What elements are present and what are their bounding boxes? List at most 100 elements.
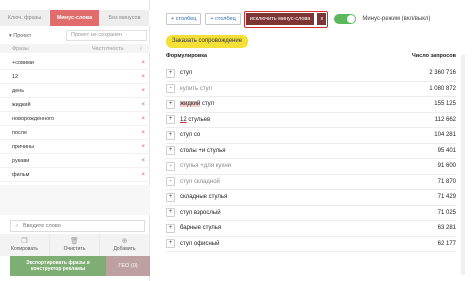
- minus-sign-button[interactable]: -: [166, 161, 175, 171]
- add-column-button-2[interactable]: + столбец: [205, 13, 241, 25]
- phrase-cell[interactable]: стул офисный: [180, 241, 219, 247]
- word-label: рукави: [12, 157, 30, 164]
- word-label: новорожденного: [12, 115, 55, 122]
- table-row: + стул 2 360 716: [166, 66, 456, 82]
- add-sign-button[interactable]: +: [166, 68, 175, 78]
- remove-icon[interactable]: ×: [141, 60, 145, 66]
- results-scrollbar[interactable]: [461, 55, 465, 275]
- underlined-word: 12: [180, 116, 187, 123]
- add-sign-button[interactable]: +: [166, 208, 175, 218]
- word-label: +совими: [12, 59, 34, 66]
- clear-button[interactable]: 🗑 Очистить: [50, 234, 100, 256]
- remove-icon[interactable]: ×: [141, 88, 145, 94]
- remove-icon[interactable]: ×: [141, 144, 145, 150]
- exclude-group: исключить минус-слова x: [243, 10, 329, 28]
- table-row: + жидкий стул 155 125: [166, 97, 456, 113]
- results-table: + стул 2 360 716 - купить стул 1 080 872 + жи…: [166, 66, 456, 252]
- count-cell: 71 025: [437, 209, 456, 216]
- toolbar: + столбец + столбец исключить минус-слов…: [166, 10, 431, 28]
- phrase-cell[interactable]: стул со: [180, 132, 200, 138]
- table-row: - стулья +для кухни 91 600: [166, 159, 456, 175]
- list-item: 12 ×: [0, 70, 150, 84]
- add-sign-button[interactable]: +: [166, 146, 175, 156]
- phrase-cell[interactable]: стул складной: [180, 179, 220, 185]
- count-cell: 112 662: [434, 116, 456, 123]
- remove-icon[interactable]: ×: [141, 116, 145, 122]
- phrase-cell-highlighted[interactable]: жидкий стул: [180, 101, 214, 108]
- clear-label: Очистить: [63, 246, 86, 252]
- remove-icon[interactable]: ×: [141, 74, 145, 80]
- table-row: + столы +и стулья 95 401: [166, 144, 456, 159]
- export-row: Экспортировать фразы в конструктор рекла…: [10, 256, 150, 276]
- phrase-cell[interactable]: купить стул: [180, 86, 212, 92]
- table-row: + складные стулья 71 429: [166, 190, 456, 206]
- phrase-cell[interactable]: стул: [180, 70, 192, 76]
- column-phrases[interactable]: Фразы: [0, 46, 78, 52]
- column-frequency[interactable]: Частотность: [78, 46, 140, 52]
- list-item: +совими ×: [0, 56, 150, 70]
- list-item: рукави ×: [0, 154, 150, 168]
- minus-mode-toggle[interactable]: [334, 14, 357, 24]
- trash-icon: 🗑: [70, 238, 79, 245]
- list-item: день ×: [0, 84, 150, 98]
- phrase-cell[interactable]: складные стулья: [180, 194, 227, 200]
- add-sign-button[interactable]: +: [166, 239, 175, 249]
- tab-without-minus[interactable]: Без минусов: [100, 10, 150, 26]
- count-cell: 155 125: [434, 101, 456, 108]
- tab-key-phrases[interactable]: Ключ. фразы: [0, 10, 50, 26]
- search-icon: ⌕: [15, 222, 19, 229]
- empty-list-area: [0, 185, 150, 215]
- count-cell: 71 870: [437, 178, 456, 185]
- add-sign-button[interactable]: +: [166, 130, 175, 140]
- word-label: фильм: [12, 171, 30, 178]
- word-actions: ❐ Копировать 🗑 Очистить ⊕ Добавить: [0, 234, 150, 256]
- table-row: - купить стул 1 080 872: [166, 82, 456, 97]
- exclude-close-button[interactable]: x: [317, 13, 327, 25]
- header-count[interactable]: Число запросов: [366, 53, 456, 63]
- export-button[interactable]: Экспортировать фразы в конструктор рекла…: [10, 256, 106, 276]
- list-item: после ×: [0, 126, 150, 140]
- word-list-header: Фразы Частотность ‹: [0, 44, 150, 53]
- word-label: день: [12, 87, 25, 94]
- remove-icon[interactable]: ×: [141, 172, 145, 178]
- minus-sign-button[interactable]: -: [166, 177, 175, 187]
- phrase-cell[interactable]: столы +и стулья: [180, 148, 225, 154]
- geo-button[interactable]: ГЕО (0): [106, 256, 150, 276]
- phrase-cell[interactable]: барные стулья: [180, 225, 221, 231]
- add-word-input[interactable]: [23, 223, 133, 229]
- project-dropdown[interactable]: ▾ Проект: [0, 33, 66, 39]
- minus-word-list: +совими × 12 × день × жидкий × новорожденног…: [0, 56, 150, 182]
- header-phrase[interactable]: Формулировка: [166, 53, 366, 63]
- word-label: жидкий: [12, 101, 31, 108]
- add-sign-button[interactable]: +: [166, 192, 175, 202]
- add-word-field: ⌕: [10, 220, 145, 232]
- add-sign-button[interactable]: +: [166, 115, 175, 125]
- remove-icon[interactable]: ×: [141, 158, 145, 164]
- add-sign-button[interactable]: +: [166, 99, 175, 109]
- table-row: + стул со 104 281: [166, 128, 456, 144]
- exclude-minus-words-button[interactable]: исключить минус-слова: [245, 13, 315, 25]
- phrase-cell[interactable]: стул взрослый: [180, 210, 221, 216]
- copy-icon: ❐: [21, 238, 28, 245]
- phrase-cell[interactable]: стулья +для кухни: [180, 163, 231, 169]
- count-cell: 71 429: [437, 194, 456, 201]
- remove-icon[interactable]: ×: [141, 102, 145, 108]
- add-column-button[interactable]: + столбец: [166, 13, 202, 25]
- copy-button[interactable]: ❐ Копировать: [0, 234, 50, 256]
- phrase-cell-underlined[interactable]: 12 стульев: [180, 117, 210, 123]
- word-label: 12: [12, 73, 19, 80]
- results-panel: + столбец + столбец исключить минус-слов…: [155, 0, 474, 281]
- add-sign-button[interactable]: +: [166, 223, 175, 233]
- minus-mode-label: Минус-режим (вкл/выкл): [362, 16, 431, 22]
- add-button[interactable]: ⊕ Добавить: [100, 234, 150, 256]
- minus-sign-button[interactable]: -: [166, 84, 175, 94]
- tab-minus-words[interactable]: Минус-слова: [50, 10, 100, 26]
- list-item: причины ×: [0, 140, 150, 154]
- remove-icon[interactable]: ×: [141, 130, 145, 136]
- count-cell: 2 360 716: [429, 70, 456, 77]
- table-header: Формулировка Число запросов: [166, 53, 456, 63]
- list-item: жидкий ×: [0, 98, 150, 112]
- word-label: причины: [12, 143, 35, 150]
- order-support-button[interactable]: Заказать сопровождение: [166, 35, 249, 48]
- list-item: новорожденного ×: [0, 112, 150, 126]
